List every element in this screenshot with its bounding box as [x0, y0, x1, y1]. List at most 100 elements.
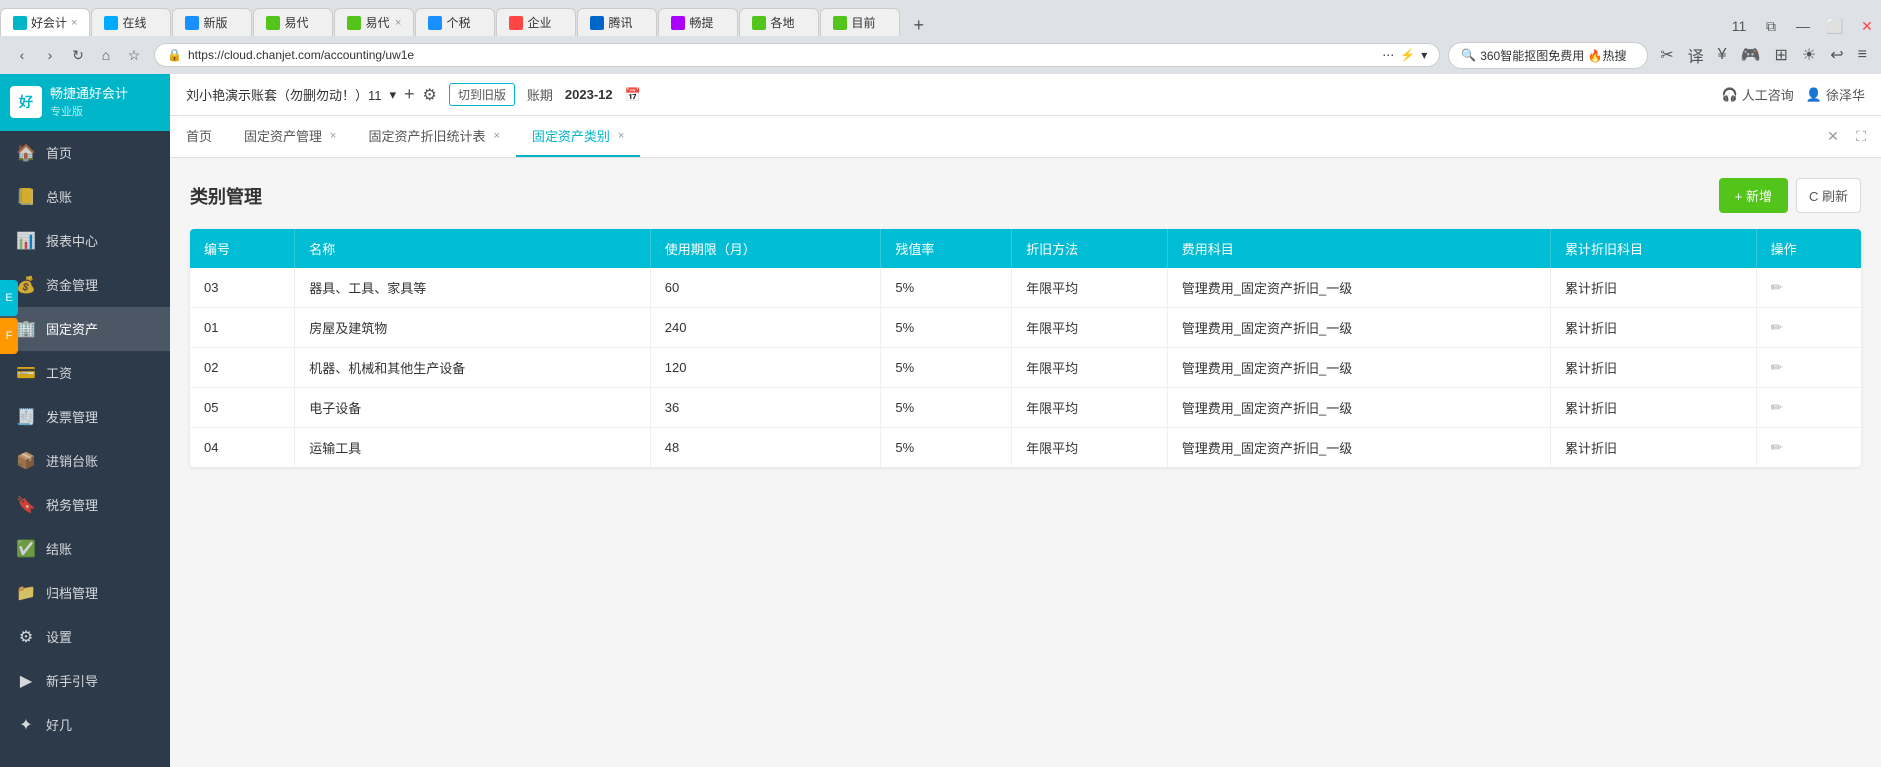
tab-label: 易代 — [284, 14, 308, 31]
row-name: 器具、工具、家具等 — [295, 268, 651, 308]
sidebar-item-label: 好几 — [46, 715, 72, 734]
sidebar-item-guide[interactable]: ▶ 新手引导 — [0, 659, 170, 703]
browser-tab-changtui[interactable]: 畅提 — [658, 8, 738, 36]
dropdown-icon[interactable]: ▾ — [1421, 48, 1427, 62]
sidebar-item-haoji[interactable]: ✦ 好几 — [0, 703, 170, 747]
settings-btn[interactable]: ⚙ — [423, 85, 437, 105]
browser-tab-gedi[interactable]: 各地 — [739, 8, 819, 36]
sidebar-item-archive[interactable]: 📁 归档管理 — [0, 571, 170, 615]
url-bar[interactable]: 🔒 https://cloud.chanjet.com/accounting/u… — [154, 43, 1440, 67]
sidebar-item-invoice[interactable]: 🧾 发票管理 — [0, 395, 170, 439]
tab-depreciation-table[interactable]: 固定资产折旧统计表 × — [352, 116, 515, 157]
tab-favicon — [266, 16, 280, 30]
maximize-btn[interactable]: ⬜ — [1821, 16, 1849, 36]
sidebar-item-reports[interactable]: 📊 报表中心 — [0, 219, 170, 263]
edit-btn[interactable]: ✏ — [1771, 399, 1783, 415]
sidebar-item-label: 设置 — [46, 627, 72, 646]
row-period: 60 — [650, 268, 881, 308]
col-header-expense: 费用科目 — [1167, 229, 1550, 268]
security-icon: 🔒 — [167, 48, 182, 62]
minimize-btn[interactable]: 11 — [1725, 16, 1753, 36]
brightness-icon[interactable]: ☀ — [1798, 43, 1820, 67]
tab-close-window-btn[interactable]: ✕ — [1821, 125, 1845, 149]
tab-close-fixed-assets-mgmt[interactable]: × — [330, 130, 336, 142]
tab-fullscreen-btn[interactable]: ⛶ — [1849, 125, 1873, 149]
sidebar-item-settings[interactable]: ⚙ 设置 — [0, 615, 170, 659]
tab-close-btn[interactable]: × — [391, 17, 401, 29]
close-window-btn[interactable]: ✕ — [1853, 16, 1881, 36]
sidebar-item-tax[interactable]: 🔖 税务管理 — [0, 483, 170, 527]
service-label: 人工咨询 — [1742, 85, 1794, 104]
calendar-icon[interactable]: 📅 — [625, 87, 641, 103]
tab-home[interactable]: 首页 — [170, 116, 228, 157]
bookmark-btn[interactable]: ☆ — [122, 43, 146, 67]
switch-to-old-btn[interactable]: 切到旧版 — [449, 83, 515, 106]
undo-icon[interactable]: ↩ — [1826, 43, 1847, 67]
guide-icon: ▶ — [16, 671, 36, 691]
edit-btn[interactable]: ✏ — [1771, 319, 1783, 335]
user-btn[interactable]: 👤 徐泽华 — [1806, 85, 1865, 104]
tab-close-btn[interactable]: × — [67, 17, 77, 29]
browser-tab-tengxun[interactable]: 腾讯 — [577, 8, 657, 36]
tab-label: 固定资产折旧统计表 — [368, 126, 485, 145]
scissors-icon[interactable]: ✂ — [1656, 43, 1677, 67]
add-account-btn[interactable]: + — [404, 84, 415, 105]
browser-tab-zaixian[interactable]: 在线 — [91, 8, 171, 36]
edge-icon-1[interactable]: E — [0, 280, 18, 316]
browser-menu-icon: ⋯ — [1382, 48, 1394, 62]
home-browser-btn[interactable]: ⌂ — [94, 43, 118, 67]
refresh-btn[interactable]: C 刷新 — [1796, 178, 1861, 213]
col-header-action: 操作 — [1756, 229, 1861, 268]
forward-btn[interactable]: › — [38, 43, 62, 67]
sidebar-item-funds[interactable]: 💰 资金管理 — [0, 263, 170, 307]
window-controls: 11 ⧉ — ⬜ ✕ — [1725, 16, 1881, 36]
col-header-residual: 残值率 — [881, 229, 1012, 268]
funds-icon: 💰 — [16, 275, 36, 295]
tab-fixed-assets-mgmt[interactable]: 固定资产管理 × — [228, 116, 352, 157]
restore-btn[interactable]: ⧉ — [1757, 16, 1785, 36]
browser-tab-hao[interactable]: 好会计 × — [0, 8, 90, 36]
browser-tab-xin[interactable]: 新版 — [172, 8, 252, 36]
translate-icon[interactable]: 译 — [1684, 41, 1708, 69]
close-btn-browser[interactable]: — — [1789, 16, 1817, 36]
logo-icon: 好 — [10, 86, 42, 118]
table-row: 04 运输工具 48 5% 年限平均 管理费用_固定资产折旧_一级 累计折旧 ✏ — [190, 428, 1861, 468]
grid-icon[interactable]: ⊞ — [1771, 43, 1792, 67]
service-btn[interactable]: 🎧 人工咨询 — [1722, 85, 1794, 104]
lightning-icon: ⚡ — [1400, 48, 1415, 62]
sidebar-item-fixed-assets[interactable]: 🏢 固定资产 — [0, 307, 170, 351]
edit-btn[interactable]: ✏ — [1771, 439, 1783, 455]
page-header: 类别管理 + 新增 C 刷新 — [190, 178, 1861, 213]
sidebar-item-checkout[interactable]: ✅ 结账 — [0, 527, 170, 571]
edit-btn[interactable]: ✏ — [1771, 279, 1783, 295]
row-code: 03 — [190, 268, 295, 308]
tab-close-asset-category[interactable]: × — [618, 130, 624, 142]
new-tab-btn[interactable]: + — [905, 15, 932, 36]
browser-tab-yidai2[interactable]: 易代 × — [334, 8, 414, 36]
sidebar-item-ledger[interactable]: 📒 总账 — [0, 175, 170, 219]
col-header-period: 使用期限（月） — [650, 229, 881, 268]
edge-icon-2[interactable]: F — [0, 318, 18, 354]
fixed-assets-icon: 🏢 — [16, 319, 36, 339]
add-btn[interactable]: + 新增 — [1719, 178, 1788, 213]
reload-btn[interactable]: ↻ — [66, 43, 90, 67]
sidebar-item-payroll[interactable]: 💳 工资 — [0, 351, 170, 395]
left-edge-icons: E F — [0, 280, 18, 354]
back-btn[interactable]: ‹ — [10, 43, 34, 67]
more-icon[interactable]: ≡ — [1854, 44, 1871, 66]
browser-tab-yidai1[interactable]: 易代 — [253, 8, 333, 36]
tab-close-depreciation-table[interactable]: × — [493, 130, 499, 142]
sidebar-item-purchase-sales[interactable]: 📦 进销台账 — [0, 439, 170, 483]
search-area[interactable]: 🔍 360智能抠图免费用 🔥热搜 — [1448, 42, 1648, 69]
edit-btn[interactable]: ✏ — [1771, 359, 1783, 375]
browser-tab-geshui[interactable]: 个税 — [415, 8, 495, 36]
browser-tab-qiye[interactable]: 企业 — [496, 8, 576, 36]
period-label: 账期 — [527, 85, 553, 104]
dropdown-arrow[interactable]: ▾ — [390, 87, 397, 103]
browser-tab-mubiao[interactable]: 目前 — [820, 8, 900, 36]
sidebar-item-home[interactable]: 🏠 首页 — [0, 131, 170, 175]
purchase-sales-icon: 📦 — [16, 451, 36, 471]
currency-icon[interactable]: ¥ — [1714, 44, 1731, 66]
tab-asset-category[interactable]: 固定资产类别 × — [516, 116, 640, 157]
game-icon[interactable]: 🎮 — [1737, 43, 1765, 67]
